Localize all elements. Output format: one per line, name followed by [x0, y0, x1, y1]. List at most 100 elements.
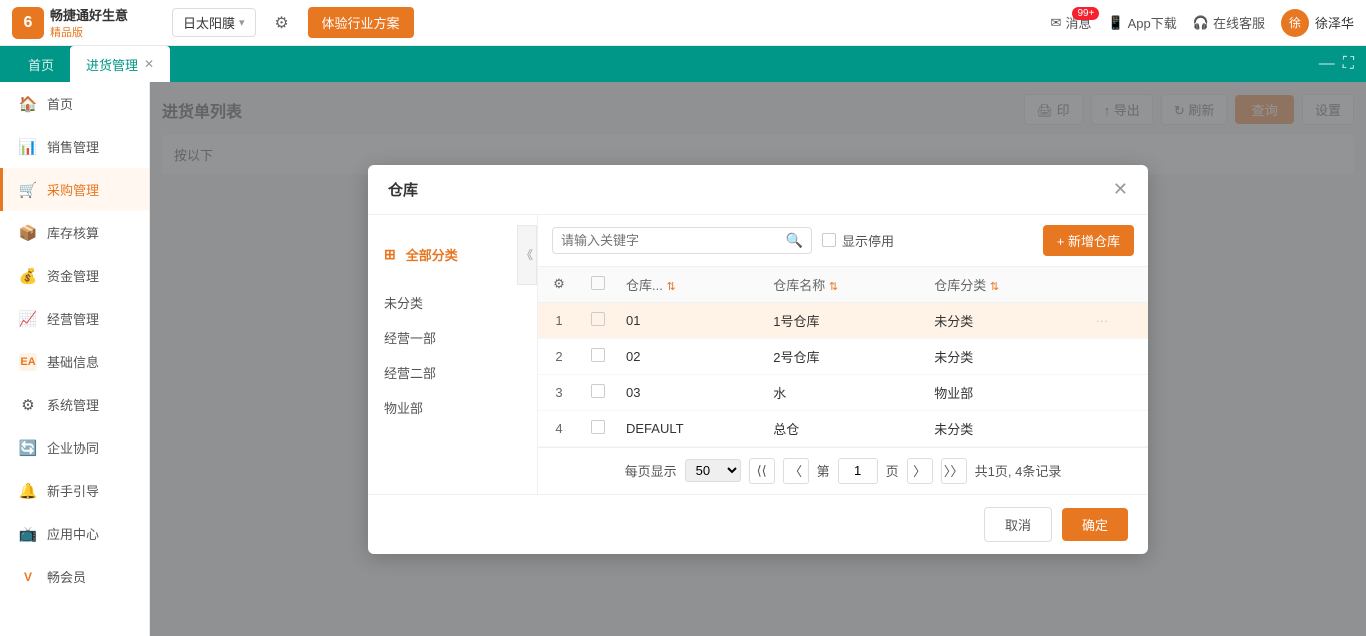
message-button[interactable]: ✉ 消息 99+ [1051, 13, 1092, 32]
sidebar-item-vip[interactable]: V 畅会员 [0, 555, 149, 598]
table-row: 3 03 水 物业部 [538, 374, 1148, 410]
warehouse-table: ⚙ 仓库... ⇅ 仓库名称 ⇅ [538, 267, 1148, 447]
table-header: ⚙ 仓库... ⇅ 仓库名称 ⇅ [538, 267, 1148, 303]
modal-overlay: 仓库 ✕ ⊞ 全部分类 《 [150, 82, 1366, 636]
search-input-wrap[interactable]: 🔍 [552, 227, 812, 254]
basic-icon: EA [19, 353, 37, 371]
sidebar-item-finance[interactable]: 💰 资金管理 [0, 254, 149, 297]
sidebar-item-app-center-label: 应用中心 [47, 524, 99, 543]
modal-footer: 取消 确定 [368, 494, 1148, 554]
branch-selector[interactable]: 日太阳膜 ▾ [172, 8, 256, 37]
next-page-button[interactable]: 〉 [907, 458, 933, 484]
row2-check[interactable] [580, 338, 616, 374]
confirm-button[interactable]: 确定 [1062, 508, 1128, 541]
sidebar-item-purchase[interactable]: 🛒 采购管理 [0, 168, 149, 211]
modal-sidebar-collapse-button[interactable]: 《 [517, 225, 537, 285]
operation-icon: 📈 [19, 310, 37, 328]
modal-pagination: 每页显示 50 10 20 100 ⟨⟨ 〈 [538, 447, 1148, 494]
prev-page-button[interactable]: 〈 [783, 458, 809, 484]
row2-actions [1085, 338, 1148, 374]
online-service-button[interactable]: 🎧 在线客服 [1193, 13, 1265, 32]
row4-category: 未分类 [924, 410, 1085, 446]
row3-check[interactable] [580, 374, 616, 410]
sidebar-item-basic[interactable]: EA 基础信息 [0, 340, 149, 383]
tab-home[interactable]: 首页 [12, 46, 70, 82]
collapse-icon: 《 [521, 246, 533, 263]
sidebar-item-basic-label: 基础信息 [47, 352, 99, 371]
inventory-icon: 📦 [19, 224, 37, 242]
app-download-icon: 📱 [1107, 15, 1123, 31]
home-icon: 🏠 [19, 95, 37, 113]
sidebar-item-system[interactable]: ⚙ 系统管理 [0, 383, 149, 426]
modal-sidebar: ⊞ 全部分类 《 未分类 经营一部 [368, 215, 538, 494]
row3-code: 03 [616, 374, 763, 410]
sidebar-item-purchase-label: 采购管理 [47, 180, 99, 199]
sidebar-item-enterprise[interactable]: 🔄 企业协同 [0, 426, 149, 469]
row1-check[interactable] [580, 302, 616, 338]
page-size-select[interactable]: 50 10 20 100 [685, 459, 741, 482]
sidebar-item-inventory[interactable]: 📦 库存核算 [0, 211, 149, 254]
modal-sidebar-header: ⊞ 全部分类 《 [368, 225, 537, 285]
row1-settings[interactable]: 1 [538, 302, 580, 338]
first-page-icon: ⟨⟨ [757, 463, 767, 479]
trial-button[interactable]: 体验行业方案 [308, 7, 414, 38]
search-input[interactable] [561, 233, 782, 248]
nav-minimize-button[interactable]: — [1319, 55, 1335, 73]
row4-settings: 4 [538, 410, 580, 446]
tab-purchase-label: 进货管理 [86, 55, 138, 74]
sidebar-item-sales[interactable]: 📊 销售管理 [0, 125, 149, 168]
modal-category-property[interactable]: 物业部 [368, 390, 537, 425]
tab-purchase-close[interactable]: ✕ [144, 57, 154, 71]
modal-table: ⚙ 仓库... ⇅ 仓库名称 ⇅ [538, 267, 1148, 447]
sidebar-item-finance-label: 资金管理 [47, 266, 99, 285]
app-download-label: App下载 [1128, 13, 1177, 32]
row4-code: DEFAULT [616, 410, 763, 446]
add-warehouse-button[interactable]: + 新增仓库 [1043, 225, 1134, 256]
next-page-icon: 〉 [913, 461, 926, 480]
prev-page-icon: 〈 [789, 461, 802, 480]
modal-category-all[interactable]: ⊞ 全部分类 [368, 237, 517, 272]
row2-name: 2号仓库 [763, 338, 924, 374]
header-right: ✉ 消息 99+ 📱 App下载 🎧 在线客服 徐 徐泽华 [1051, 9, 1354, 37]
table-row: 2 02 2号仓库 未分类 [538, 338, 1148, 374]
table-row: 4 DEFAULT 总仓 未分类 [538, 410, 1148, 446]
show-disabled-checkbox[interactable] [822, 233, 836, 247]
top-header: 6 畅捷通好生意 精品版 日太阳膜 ▾ ⚙ 体验行业方案 ✉ 消息 99+ 📱 … [0, 0, 1366, 46]
page-label-before: 第 [817, 461, 830, 480]
sidebar-item-app-center[interactable]: 📺 应用中心 [0, 512, 149, 555]
app-download-button[interactable]: 📱 App下载 [1107, 13, 1176, 32]
sidebar-item-operation-label: 经营管理 [47, 309, 99, 328]
modal-category-unclassified[interactable]: 未分类 [368, 285, 537, 320]
nav-maximize-button[interactable]: ⛶ [1343, 55, 1354, 73]
cancel-button[interactable]: 取消 [984, 507, 1052, 542]
content-area: 进货单列表 🖨 印 ↑ 导出 ↻ 刷新 查询 设置 按以下 仓库 ✕ [150, 82, 1366, 636]
row4-check[interactable] [580, 410, 616, 446]
show-disabled-label: 显示停用 [842, 231, 894, 250]
sidebar-item-home[interactable]: 🏠 首页 [0, 82, 149, 125]
sidebar-item-guide[interactable]: 🔔 新手引导 [0, 469, 149, 512]
modal-category-dept2[interactable]: 经营二部 [368, 355, 537, 390]
tab-purchase[interactable]: 进货管理 ✕ [70, 46, 170, 82]
settings-button[interactable]: ⚙ [266, 7, 298, 39]
th-settings: ⚙ [538, 267, 580, 303]
headset-icon: 🎧 [1193, 15, 1209, 31]
modal-close-button[interactable]: ✕ [1113, 179, 1128, 200]
sidebar-item-operation[interactable]: 📈 经营管理 [0, 297, 149, 340]
nav-right-controls: — ⛶ [1319, 55, 1354, 73]
row1-category: 未分类 [924, 302, 1085, 338]
user-name: 徐泽华 [1315, 13, 1354, 32]
page-number-input[interactable] [838, 458, 878, 484]
modal-category-dept1[interactable]: 经营一部 [368, 320, 537, 355]
main-layout: 🏠 首页 📊 销售管理 🛒 采购管理 📦 库存核算 💰 资金管理 📈 经营管理 … [0, 82, 1366, 636]
sidebar-item-guide-label: 新手引导 [47, 481, 99, 500]
logo-text: 畅捷通好生意 精品版 [50, 5, 128, 40]
sidebar-item-system-label: 系统管理 [47, 395, 99, 414]
th-category-label: 仓库分类 [934, 278, 986, 293]
select-all-checkbox[interactable] [591, 276, 605, 290]
last-page-button[interactable]: 〉〉 [941, 458, 967, 484]
first-page-button[interactable]: ⟨⟨ [749, 458, 775, 484]
th-name-sort-icon: ⇅ [829, 281, 838, 293]
app-center-icon: 📺 [19, 525, 37, 543]
user-info[interactable]: 徐 徐泽华 [1281, 9, 1354, 37]
grid-icon: ⊞ [384, 246, 396, 263]
